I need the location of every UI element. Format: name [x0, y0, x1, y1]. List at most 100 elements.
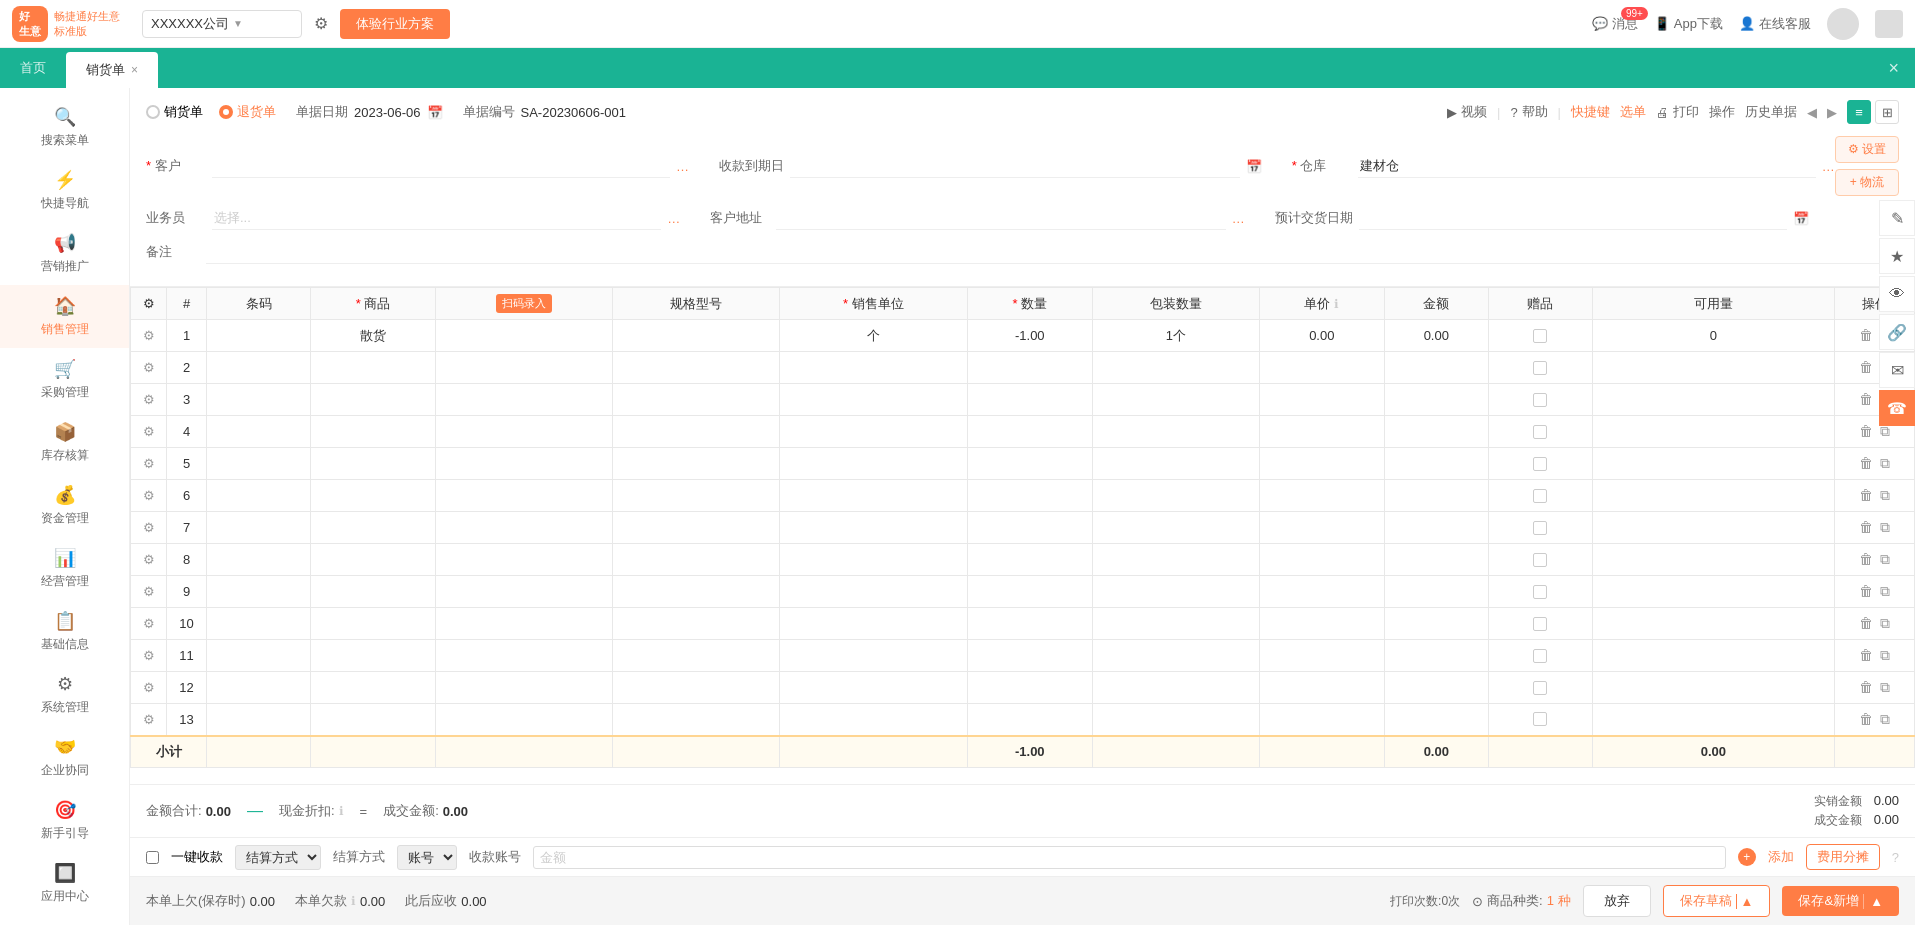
row-barcode[interactable] — [207, 384, 311, 416]
row-pkg-qty[interactable] — [1092, 672, 1259, 704]
row-price[interactable] — [1259, 416, 1384, 448]
user-menu[interactable] — [1875, 10, 1903, 38]
account-select[interactable]: 账号 — [397, 845, 457, 870]
row-product[interactable] — [311, 672, 436, 704]
float-btn-2[interactable]: ★ — [1879, 238, 1915, 274]
float-btn-4[interactable]: 🔗 — [1879, 314, 1915, 350]
row-gift[interactable] — [1488, 416, 1592, 448]
row-delete-icon[interactable]: 🗑 — [1859, 519, 1873, 535]
row-barcode[interactable] — [207, 352, 311, 384]
sidebar-item-finance[interactable]: 💰 资金管理 — [0, 474, 129, 537]
sidebar-item-collab[interactable]: 🤝 企业协同 — [0, 726, 129, 789]
row-settings[interactable]: ⚙ — [131, 576, 167, 608]
row-copy-icon[interactable]: ⧉ — [1880, 583, 1890, 599]
company-selector[interactable]: XXXXXX公司 ▼ — [142, 10, 302, 38]
row-qty[interactable] — [967, 512, 1092, 544]
row-unit[interactable] — [779, 704, 967, 736]
row-spec[interactable] — [612, 480, 779, 512]
row-spec[interactable] — [612, 352, 779, 384]
row-price[interactable] — [1259, 352, 1384, 384]
row-spec[interactable] — [612, 384, 779, 416]
tab-close-icon[interactable]: × — [131, 63, 138, 77]
row-spec[interactable] — [612, 448, 779, 480]
gift-checkbox[interactable] — [1533, 712, 1547, 726]
row-copy-icon[interactable]: ⧉ — [1880, 551, 1890, 567]
row-settings[interactable]: ⚙ — [131, 416, 167, 448]
row-delete-icon[interactable]: 🗑 — [1859, 679, 1873, 695]
row-barcode[interactable] — [207, 512, 311, 544]
save-draft-button[interactable]: 保存草稿 ▲ — [1663, 885, 1771, 917]
row-amount[interactable] — [1384, 384, 1488, 416]
float-btn-1[interactable]: ✎ — [1879, 200, 1915, 236]
row-pkg-qty[interactable] — [1092, 640, 1259, 672]
row-settings[interactable]: ⚙ — [131, 512, 167, 544]
row-gift[interactable] — [1488, 352, 1592, 384]
row-settings[interactable]: ⚙ — [131, 320, 167, 352]
row-qty[interactable] — [967, 480, 1092, 512]
row-product[interactable] — [311, 576, 436, 608]
row-unit[interactable] — [779, 416, 967, 448]
row-barcode[interactable] — [207, 576, 311, 608]
gift-checkbox[interactable] — [1533, 649, 1547, 663]
sidebar-item-quick-nav[interactable]: ⚡ 快捷导航 — [0, 159, 129, 222]
row-copy-icon[interactable]: ⧉ — [1880, 647, 1890, 663]
gift-checkbox[interactable] — [1533, 361, 1547, 375]
sidebar-item-system[interactable]: ⚙ 系统管理 — [0, 663, 129, 726]
row-qty[interactable] — [967, 640, 1092, 672]
row-delete-icon[interactable]: 🗑 — [1859, 711, 1873, 727]
row-unit[interactable] — [779, 512, 967, 544]
row-settings[interactable]: ⚙ — [131, 608, 167, 640]
row-gift[interactable] — [1488, 320, 1592, 352]
row-barcode[interactable] — [207, 448, 311, 480]
logistics-button[interactable]: + 物流 — [1835, 169, 1899, 196]
expected-date-input[interactable] — [1359, 206, 1787, 230]
setting-button[interactable]: ⚙ 设置 — [1835, 136, 1899, 163]
row-qty[interactable] — [967, 608, 1092, 640]
row-pkg-qty[interactable]: 1个 — [1092, 320, 1259, 352]
row-amount[interactable] — [1384, 416, 1488, 448]
prev-icon[interactable]: ◀ — [1807, 105, 1817, 120]
row-amount[interactable] — [1384, 704, 1488, 736]
discard-button[interactable]: 放弃 — [1583, 885, 1651, 917]
row-spec[interactable] — [612, 512, 779, 544]
row-settings[interactable]: ⚙ — [131, 672, 167, 704]
sidebar-item-basic[interactable]: 📋 基础信息 — [0, 600, 129, 663]
row-delete-icon[interactable]: 🗑 — [1859, 327, 1873, 343]
sidebar-item-marketing[interactable]: 📢 营销推广 — [0, 222, 129, 285]
row-settings[interactable]: ⚙ — [131, 352, 167, 384]
scan-button[interactable]: 扫码录入 — [496, 294, 552, 313]
sidebar-item-apps[interactable]: 🔲 应用中心 — [0, 852, 129, 915]
sidebar-item-wechat[interactable]: 💬 企业微信 — [0, 915, 129, 925]
row-gift[interactable] — [1488, 576, 1592, 608]
row-unit[interactable] — [779, 480, 967, 512]
row-pkg-qty[interactable] — [1092, 416, 1259, 448]
row-qty[interactable] — [967, 384, 1092, 416]
row-qty[interactable] — [967, 544, 1092, 576]
gift-checkbox[interactable] — [1533, 457, 1547, 471]
row-product[interactable] — [311, 544, 436, 576]
add-button[interactable]: + — [1738, 848, 1756, 866]
row-pkg-qty[interactable] — [1092, 512, 1259, 544]
row-unit[interactable] — [779, 640, 967, 672]
sidebar-item-operations[interactable]: 📊 经营管理 — [0, 537, 129, 600]
payment-date-input[interactable] — [790, 154, 1240, 178]
row-amount[interactable] — [1384, 576, 1488, 608]
row-gift[interactable] — [1488, 448, 1592, 480]
th-settings[interactable]: ⚙ — [131, 288, 167, 320]
expected-date-calendar-icon[interactable]: 📅 — [1793, 211, 1809, 226]
row-barcode[interactable] — [207, 544, 311, 576]
action-btn[interactable]: 操作 — [1709, 103, 1735, 121]
row-copy-icon[interactable]: ⧉ — [1880, 711, 1890, 727]
row-amount[interactable]: 0.00 — [1384, 320, 1488, 352]
save-new-button[interactable]: 保存&新增 ▲ — [1782, 886, 1899, 916]
avatar[interactable] — [1827, 8, 1859, 40]
warehouse-dots-btn[interactable]: … — [1822, 159, 1835, 174]
gift-checkbox[interactable] — [1533, 393, 1547, 407]
row-delete-icon[interactable]: 🗑 — [1859, 647, 1873, 663]
float-btn-5[interactable]: ✉ — [1879, 352, 1915, 388]
payment-method-select[interactable]: 结算方式 — [235, 845, 321, 870]
gift-checkbox[interactable] — [1533, 489, 1547, 503]
row-spec[interactable] — [612, 608, 779, 640]
row-spec[interactable] — [612, 672, 779, 704]
row-gift[interactable] — [1488, 672, 1592, 704]
